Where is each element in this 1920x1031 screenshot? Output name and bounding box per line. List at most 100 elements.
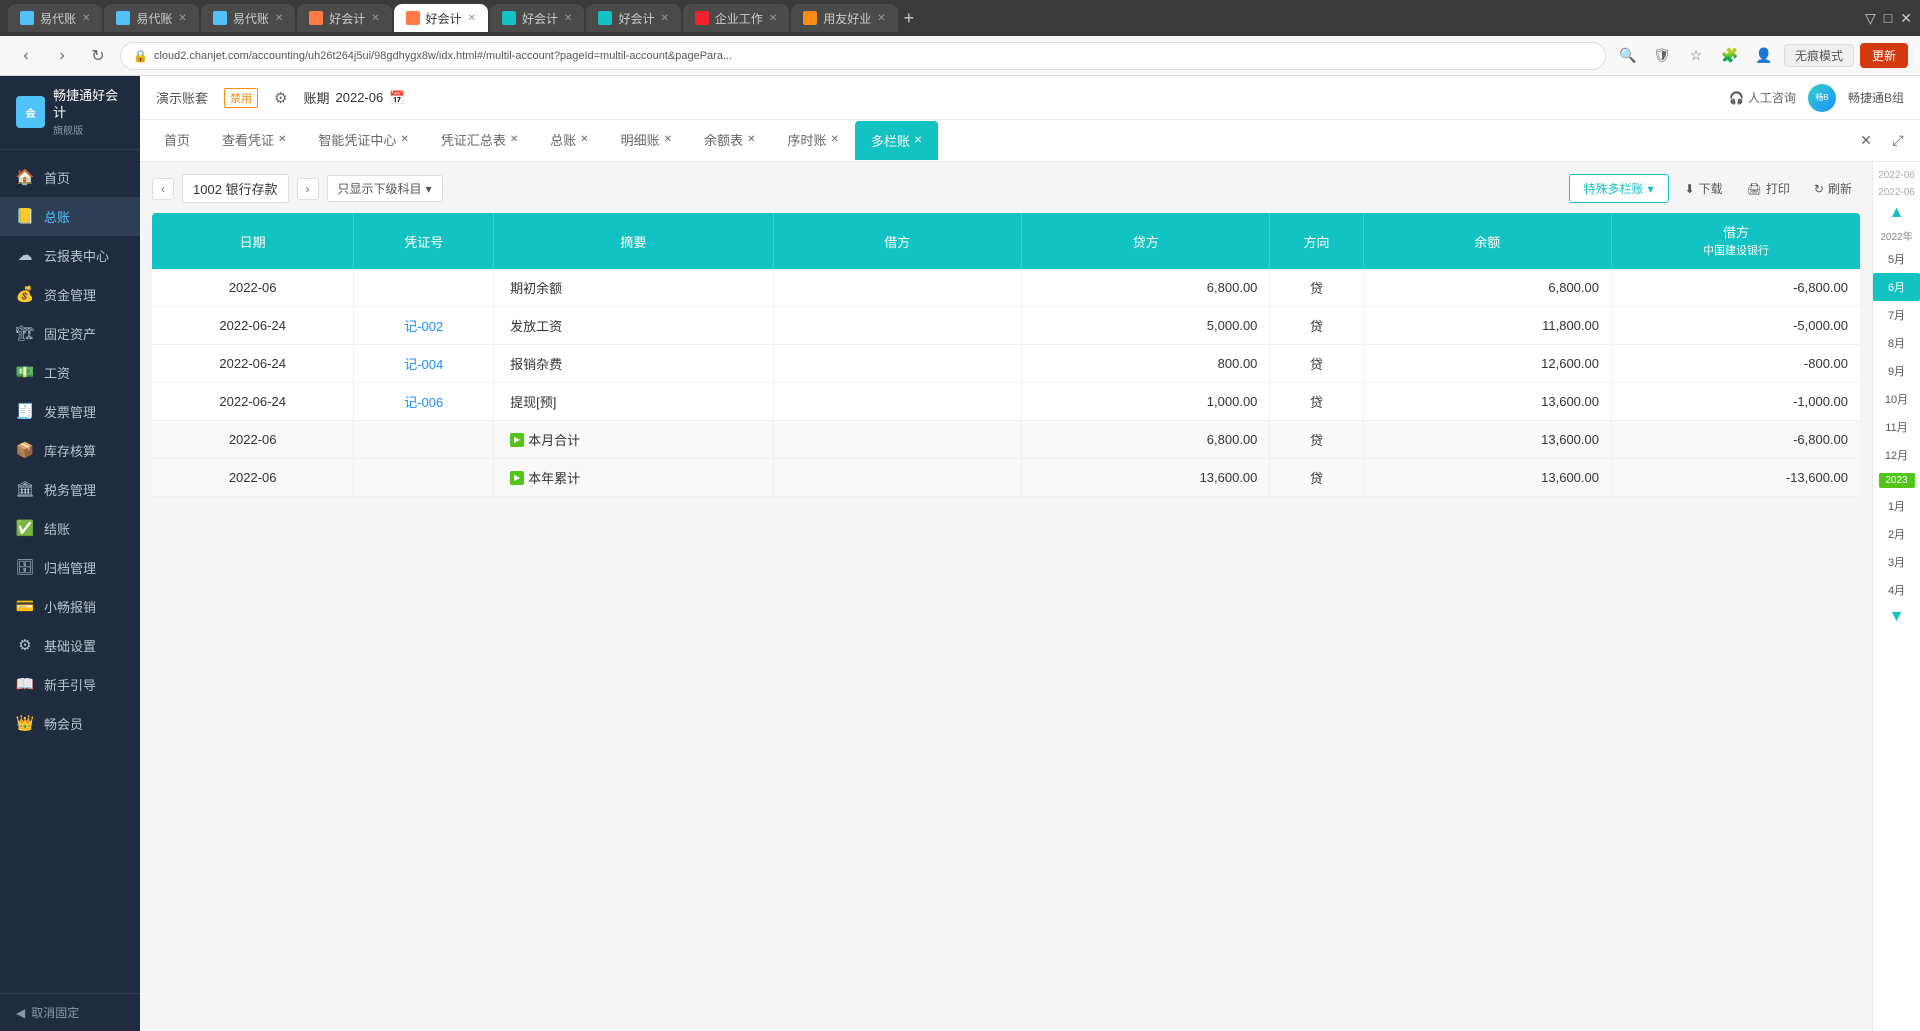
shield-icon[interactable]: 🛡: [1648, 42, 1676, 70]
sidebar-item-ledger[interactable]: 📒 总账: [0, 197, 140, 236]
download-button[interactable]: ⬇ 下载: [1677, 175, 1731, 202]
tab-close-9[interactable]: ✕: [877, 13, 885, 24]
cal-month-11[interactable]: 11月: [1873, 413, 1920, 441]
cal-month-12[interactable]: 12月: [1873, 441, 1920, 469]
sidebar-item-expense[interactable]: 💳 小畅报销: [0, 587, 140, 626]
search-icon[interactable]: 🔍: [1614, 42, 1642, 70]
tab-close-1[interactable]: ✕: [82, 13, 90, 24]
sidebar-item-reports[interactable]: ☁ 云报表中心: [0, 236, 140, 275]
tab-voucher-summary[interactable]: 凭证汇总表 ✕: [425, 120, 534, 161]
tab-close-2[interactable]: ✕: [178, 13, 186, 24]
close-window-icon[interactable]: ✕: [1900, 10, 1912, 27]
tab-balance-sheet[interactable]: 余额表 ✕: [688, 120, 771, 161]
account-next-button[interactable]: ›: [297, 178, 319, 200]
cal-month-9[interactable]: 9月: [1873, 357, 1920, 385]
tab-journal[interactable]: 序时账 ✕: [771, 120, 854, 161]
calendar-icon[interactable]: 📅: [389, 90, 405, 106]
tab-yonyou[interactable]: 用友好业 ✕: [791, 4, 897, 32]
cal-month-5[interactable]: 5月: [1873, 245, 1920, 273]
tab-close-detail[interactable]: ✕: [664, 134, 672, 145]
tab-close-balance[interactable]: ✕: [747, 134, 755, 145]
profile-icon[interactable]: 👤: [1750, 42, 1778, 70]
sidebar-item-tax[interactable]: 🏛 税务管理: [0, 470, 140, 509]
tab-smart-voucher[interactable]: 智能凭证中心 ✕: [302, 120, 424, 161]
back-button[interactable]: ‹: [12, 42, 40, 70]
print-button[interactable]: 🖨 打印: [1739, 175, 1798, 202]
sidebar-pin-toggle[interactable]: ◀ 取消固定: [0, 993, 140, 1031]
sidebar-item-member[interactable]: 👑 畅会员: [0, 704, 140, 743]
sidebar-item-finance[interactable]: 💰 资金管理: [0, 275, 140, 314]
cal-month-6[interactable]: 6月: [1873, 273, 1920, 301]
url-bar[interactable]: 🔒 cloud2.chanjet.com/accounting/uh26t264…: [120, 42, 1606, 70]
tab-close-8[interactable]: ✕: [769, 13, 777, 24]
user-avatar[interactable]: 畅B: [1808, 84, 1836, 112]
tab-close-4[interactable]: ✕: [371, 13, 379, 24]
cell-date: 2022-06-24: [152, 383, 354, 421]
tab-haokuaiji-1[interactable]: 好会计 ✕: [297, 4, 391, 32]
calendar-up-button[interactable]: ▲: [1885, 200, 1909, 226]
cal-month-2[interactable]: 2月: [1873, 520, 1920, 548]
cell-debit: [773, 383, 1021, 421]
tab-close-multi[interactable]: ✕: [914, 135, 922, 146]
tab-close-3[interactable]: ✕: [275, 13, 283, 24]
tab-close-5[interactable]: ✕: [468, 13, 476, 24]
sidebar-item-invoice[interactable]: 🧾 发票管理: [0, 392, 140, 431]
tab-yidaizhang-3[interactable]: 易代账 ✕: [201, 4, 295, 32]
sidebar-item-salary[interactable]: 💵 工资: [0, 353, 140, 392]
sidebar-item-home[interactable]: 🏠 首页: [0, 158, 140, 197]
special-multi-col-button[interactable]: 特殊多栏账 ▾: [1569, 174, 1669, 203]
cal-month-7[interactable]: 7月: [1873, 301, 1920, 329]
star-icon[interactable]: ☆: [1682, 42, 1710, 70]
tab-detail-ledger[interactable]: 明细账 ✕: [605, 120, 688, 161]
tab-close-6[interactable]: ✕: [564, 13, 572, 24]
cal-month-8[interactable]: 8月: [1873, 329, 1920, 357]
tab-enterprise[interactable]: 企业工作 ✕: [683, 4, 789, 32]
gear-icon[interactable]: ⚙: [274, 89, 287, 107]
minimize-icon[interactable]: ▽: [1865, 10, 1876, 27]
sidebar-item-close-period[interactable]: ✅ 结账: [0, 509, 140, 548]
wuhen-mode-button[interactable]: 无痕模式: [1784, 44, 1854, 67]
calendar-down-button[interactable]: ▼: [1885, 604, 1909, 630]
tab-yidaizhang-2[interactable]: 易代账 ✕: [104, 4, 198, 32]
print-icon: 🖨: [1747, 182, 1762, 196]
cal-month-10[interactable]: 10月: [1873, 385, 1920, 413]
refresh-button[interactable]: ↻ 刷新: [1806, 175, 1860, 202]
tab-expand-button[interactable]: ⤢: [1884, 127, 1912, 155]
sidebar-item-assets[interactable]: 🏗 固定资产: [0, 314, 140, 353]
voucher-link[interactable]: 记-004: [404, 357, 443, 372]
tab-multi-column[interactable]: 多栏账 ✕: [855, 121, 938, 160]
voucher-link[interactable]: 记-002: [404, 319, 443, 334]
tab-close-voucher-summary[interactable]: ✕: [510, 134, 518, 145]
tab-close-general[interactable]: ✕: [580, 134, 588, 145]
tab-collapse-button[interactable]: ✕: [1852, 127, 1880, 155]
cal-month-4[interactable]: 4月: [1873, 576, 1920, 604]
sidebar-item-archive[interactable]: 🗄 归档管理: [0, 548, 140, 587]
tab-view-voucher[interactable]: 查看凭证 ✕: [206, 120, 302, 161]
sub-filter-dropdown[interactable]: 只显示下级科目 ▾: [327, 175, 443, 202]
user-service-button[interactable]: 🎧 人工咨询: [1729, 89, 1796, 106]
sidebar-item-settings[interactable]: ⚙ 基础设置: [0, 626, 140, 665]
tab-close-view-voucher[interactable]: ✕: [278, 134, 286, 145]
tab-add-button[interactable]: +: [904, 8, 915, 29]
tab-haokuaiji-4[interactable]: 好会计 ✕: [586, 4, 680, 32]
cal-month-3[interactable]: 3月: [1873, 548, 1920, 576]
sidebar-item-inventory[interactable]: 📦 库存核算: [0, 431, 140, 470]
account-prev-button[interactable]: ‹: [152, 178, 174, 200]
tab-haokuaiji-2[interactable]: 好会计 ✕: [394, 4, 488, 32]
tab-close-7[interactable]: ✕: [660, 13, 668, 24]
tab-home[interactable]: 首页: [148, 120, 206, 161]
table-row: 2022-06-24 记-004 报销杂费 800.00 贷 12,600.00…: [152, 345, 1860, 383]
forward-button[interactable]: ›: [48, 42, 76, 70]
reload-button[interactable]: ↻: [84, 42, 112, 70]
sidebar-item-guide[interactable]: 📖 新手引导: [0, 665, 140, 704]
tab-general-ledger[interactable]: 总账 ✕: [534, 120, 604, 161]
tab-yidaizhang-1[interactable]: 易代账 ✕: [8, 4, 102, 32]
tab-haokuaiji-3[interactable]: 好会计 ✕: [490, 4, 584, 32]
tab-close-smart-voucher[interactable]: ✕: [400, 134, 408, 145]
extensions-icon[interactable]: 🧩: [1716, 42, 1744, 70]
tab-close-journal[interactable]: ✕: [830, 134, 838, 145]
update-button[interactable]: 更新: [1860, 43, 1908, 68]
cal-month-1[interactable]: 1月: [1873, 492, 1920, 520]
restore-icon[interactable]: □: [1884, 10, 1892, 27]
voucher-link[interactable]: 记-006: [404, 395, 443, 410]
